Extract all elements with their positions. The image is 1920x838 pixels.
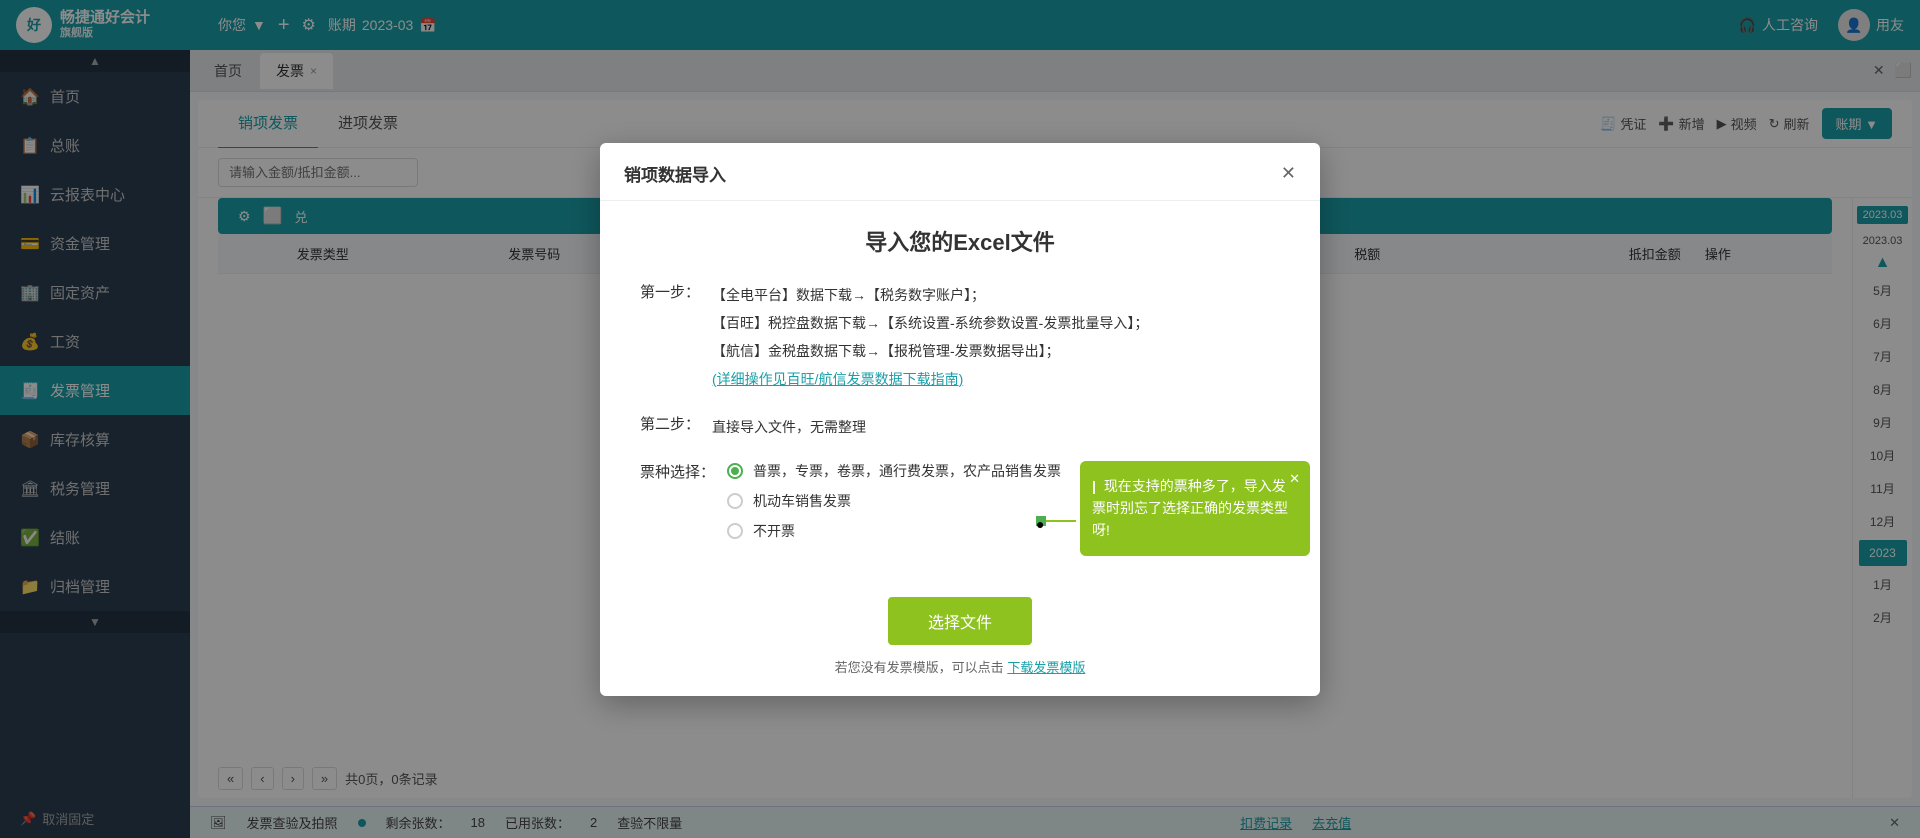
ticket-radio-group: 普票，专票，卷票，通行费发票，农产品销售发票 机动车销售发票 不开票 <box>723 461 1061 541</box>
step1-content: 【全电平台】数据下载→【税务数字账户】； 【百旺】税控盘数据下载→【系统设置-系… <box>708 281 1148 393</box>
tooltip-bar: | <box>1092 478 1096 494</box>
step2-content: 直接导入文件，无需整理 <box>708 413 866 441</box>
ticket-section: 票种选择： 普票，专票，卷票，通行费发票，农产品销售发票 机动车销售发票 <box>640 461 1280 541</box>
modal-title: 销项数据导入 <box>624 161 726 186</box>
radio-no-ticket[interactable]: 不开票 <box>727 521 1061 541</box>
guide-link[interactable]: (详细操作见百旺/航信发票数据下载指南) <box>712 371 963 387</box>
tooltip-container: ● | 现在支持的票种多了，导入发票时别忘了选择正确的发票类型呀! ✕ <box>1036 461 1310 556</box>
tooltip-dot: ● <box>1036 516 1046 526</box>
radio-motor-label: 机动车销售发票 <box>753 491 851 511</box>
modal-body: 导入您的Excel文件 第一步： 【全电平台】数据下载→【税务数字账户】； 【百… <box>600 201 1320 581</box>
tooltip-text: 现在支持的票种多了，导入发票时别忘了选择正确的发票类型呀! <box>1092 478 1288 539</box>
modal-header: 销项数据导入 ✕ <box>600 143 1320 201</box>
step2-label: 第二步： <box>640 413 700 434</box>
step2-section: 第二步： 直接导入文件，无需整理 <box>640 413 1280 441</box>
radio-normal[interactable]: 普票，专票，卷票，通行费发票，农产品销售发票 <box>727 461 1061 481</box>
radio-normal-label: 普票，专票，卷票，通行费发票，农产品销售发票 <box>753 461 1061 481</box>
modal-main-title: 导入您的Excel文件 <box>640 225 1280 257</box>
import-modal: 销项数据导入 ✕ 导入您的Excel文件 第一步： 【全电平台】数据下载→【税务… <box>600 143 1320 696</box>
tooltip-line <box>1046 520 1076 522</box>
radio-no-ticket-circle <box>727 523 743 539</box>
modal-overlay: 销项数据导入 ✕ 导入您的Excel文件 第一步： 【全电平台】数据下载→【税务… <box>0 0 1920 838</box>
radio-no-ticket-label: 不开票 <box>753 521 795 541</box>
radio-motor-circle <box>727 493 743 509</box>
tooltip-bubble: | 现在支持的票种多了，导入发票时别忘了选择正确的发票类型呀! ✕ <box>1080 461 1310 556</box>
radio-normal-circle <box>727 463 743 479</box>
radio-motor[interactable]: 机动车销售发票 <box>727 491 1061 511</box>
step1-label: 第一步： <box>640 281 700 302</box>
download-template-link[interactable]: 下载发票模版 <box>1007 660 1085 675</box>
step1-section: 第一步： 【全电平台】数据下载→【税务数字账户】； 【百旺】税控盘数据下载→【系… <box>640 281 1280 393</box>
select-file-button[interactable]: 选择文件 <box>888 597 1032 645</box>
modal-close-btn[interactable]: ✕ <box>1281 163 1296 184</box>
ticket-label: 票种选择： <box>640 461 715 482</box>
tooltip-connector: ● <box>1036 516 1076 526</box>
download-section: 若您没有发票模版，可以点击 下载发票模版 <box>835 657 1086 676</box>
modal-footer: 选择文件 若您没有发票模版，可以点击 下载发票模版 <box>600 581 1320 696</box>
tooltip-close-btn[interactable]: ✕ <box>1289 469 1300 490</box>
